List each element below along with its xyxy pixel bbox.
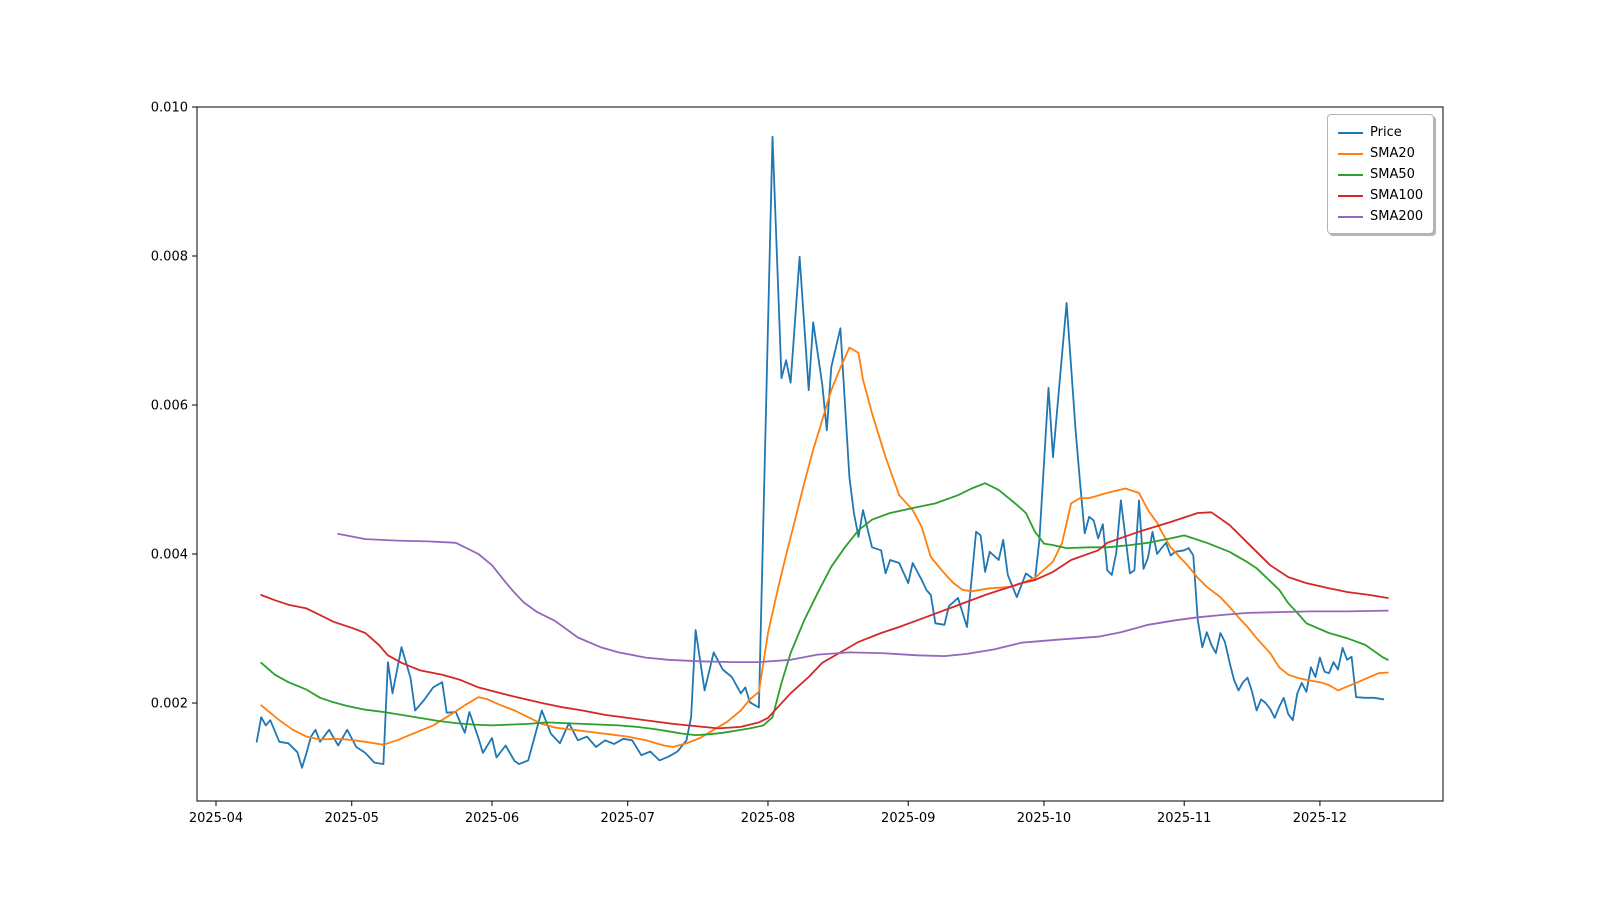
legend-line-sma200 bbox=[1338, 215, 1363, 218]
legend-line-sma20 bbox=[1338, 152, 1363, 155]
legend-label: SMA50 bbox=[1370, 167, 1415, 182]
y-tick-label: 0.008 bbox=[151, 250, 188, 265]
x-tick-label: 2025-07 bbox=[601, 811, 655, 826]
legend-entry-sma20: SMA20 bbox=[1328, 143, 1433, 164]
legend-entry-sma200: SMA200 bbox=[1328, 206, 1433, 227]
legend-entry-price: Price bbox=[1328, 122, 1433, 143]
x-tick-label: 2025-05 bbox=[325, 811, 379, 826]
x-tick-label: 2025-04 bbox=[189, 811, 243, 826]
legend-line-sma50 bbox=[1338, 173, 1363, 176]
x-tick-label: 2025-08 bbox=[741, 811, 795, 826]
legend-line-price bbox=[1338, 131, 1363, 134]
plot-border bbox=[196, 106, 1444, 802]
legend-label: SMA200 bbox=[1370, 209, 1424, 224]
series-line-sma100 bbox=[260, 511, 1389, 730]
y-tick-label: 0.006 bbox=[151, 399, 188, 414]
x-tick-label: 2025-10 bbox=[1017, 811, 1071, 826]
legend-entry-sma50: SMA50 bbox=[1328, 164, 1433, 185]
x-tick-label: 2025-12 bbox=[1293, 811, 1347, 826]
legend: Price SMA20 SMA50 SMA100 SMA200 bbox=[1327, 114, 1434, 234]
series-line-sma50 bbox=[260, 482, 1389, 736]
legend-label: SMA20 bbox=[1370, 146, 1415, 161]
x-tick-label: 2025-06 bbox=[465, 811, 519, 826]
legend-entry-sma100: SMA100 bbox=[1328, 185, 1433, 206]
y-tick-label: 0.010 bbox=[151, 101, 188, 116]
y-tick-label: 0.004 bbox=[151, 548, 188, 563]
legend-line-sma100 bbox=[1338, 194, 1363, 197]
figure: 2025-04 2025-05 2025-06 2025-07 2025-08 2025-… bbox=[0, 0, 1600, 900]
x-tick-label: 2025-09 bbox=[881, 811, 935, 826]
legend-label: SMA100 bbox=[1370, 188, 1424, 203]
legend-label: Price bbox=[1370, 125, 1402, 140]
y-tick-label: 0.002 bbox=[151, 697, 188, 712]
series-line-price bbox=[255, 135, 1385, 769]
x-tick-label: 2025-11 bbox=[1157, 811, 1211, 826]
